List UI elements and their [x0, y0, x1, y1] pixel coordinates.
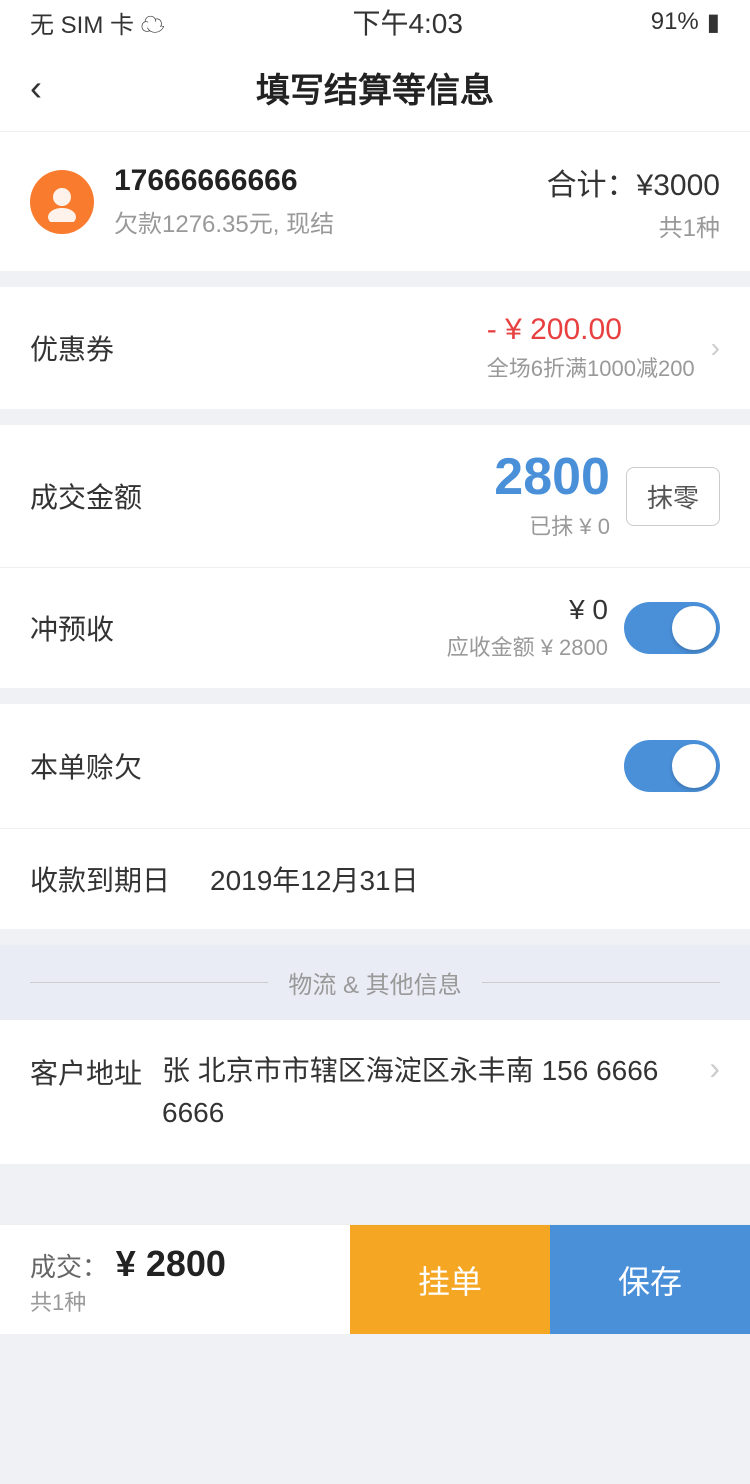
- bottom-count: 共1种: [30, 1285, 320, 1317]
- coupon-right: - ¥ 200.00 全场6折满1000减200 ›: [487, 313, 720, 383]
- logistics-text: 物流 & 其他信息: [288, 965, 461, 1000]
- logistics-header: 物流 & 其他信息: [0, 945, 750, 1020]
- nav-bar: ‹ 填写结算等信息: [0, 44, 750, 132]
- coupon-desc: 全场6折满1000减200: [487, 351, 695, 383]
- due-date-value: 2019年12月31日: [210, 859, 419, 899]
- logistics-line-right: [482, 982, 720, 983]
- bottom-amount: ¥ 2800: [116, 1243, 226, 1284]
- transaction-amount: 2800: [494, 451, 610, 503]
- customer-info: 17666666666 欠款1276.35元, 现结: [114, 164, 334, 239]
- address-value: 张 北京市市辖区海淀区永丰南 156 6666 6666: [162, 1050, 689, 1134]
- customer-card: 17666666666 欠款1276.35元, 现结 合计：¥3000 共1种: [0, 132, 750, 271]
- coupon-label: 优惠券: [30, 328, 114, 368]
- prepay-sub: 应收金额 ¥ 2800: [447, 630, 608, 662]
- battery-icon: ▮: [707, 8, 720, 37]
- prepay-toggle[interactable]: [624, 602, 720, 654]
- suspend-button[interactable]: 挂单: [350, 1225, 550, 1334]
- status-right: 91% ▮: [651, 8, 720, 37]
- due-date-row: 收款到期日 2019年12月31日: [0, 829, 750, 929]
- status-left: 无 SIM 卡 ☁: [30, 5, 165, 40]
- page-title: 填写结算等信息: [256, 63, 494, 112]
- prepay-row: 冲预收 ¥ 0 应收金额 ¥ 2800: [0, 568, 750, 688]
- transaction-section: 成交金额 2800 已抹 ¥ 0 抹零 冲预收 ¥ 0 应收金额 ¥ 2800: [0, 425, 750, 688]
- debit-section: 本单赊欠 收款到期日 2019年12月31日: [0, 704, 750, 929]
- debit-label: 本单赊欠: [30, 746, 142, 786]
- total-amount: 合计：¥3000: [547, 160, 720, 204]
- save-button[interactable]: 保存: [550, 1225, 750, 1334]
- customer-right: 合计：¥3000 共1种: [547, 160, 720, 243]
- bottom-bar: 成交： ¥ 2800 共1种 挂单 保存: [0, 1224, 750, 1334]
- back-button[interactable]: ‹: [30, 67, 42, 109]
- prepay-right: ¥ 0 应收金额 ¥ 2800: [447, 594, 720, 662]
- address-chevron-icon: ›: [709, 1050, 720, 1087]
- round-button[interactable]: 抹零: [626, 467, 720, 526]
- transaction-right: 2800 已抹 ¥ 0 抹零: [494, 451, 720, 541]
- transaction-sub: 已抹 ¥ 0: [494, 509, 610, 541]
- bottom-summary-label: 成交：: [30, 1252, 108, 1282]
- transaction-row: 成交金额 2800 已抹 ¥ 0 抹零: [0, 425, 750, 568]
- debit-row: 本单赊欠: [0, 704, 750, 829]
- customer-debt: 欠款1276.35元, 现结: [114, 204, 334, 239]
- coupon-row[interactable]: 优惠券 - ¥ 200.00 全场6折满1000减200 ›: [0, 287, 750, 409]
- no-sim-text: 无 SIM 卡 ☁: [30, 5, 165, 40]
- prepay-amount: ¥ 0: [447, 594, 608, 626]
- status-time: 下午4:03: [352, 2, 463, 42]
- debit-toggle[interactable]: [624, 740, 720, 792]
- prepay-label: 冲预收: [30, 608, 114, 648]
- customer-left: 17666666666 欠款1276.35元, 现结: [30, 164, 334, 239]
- address-label: 客户地址: [30, 1050, 142, 1092]
- total-count: 共1种: [547, 208, 720, 243]
- status-bar: 无 SIM 卡 ☁ 下午4:03 91% ▮: [0, 0, 750, 44]
- prepay-amount-group: ¥ 0 应收金额 ¥ 2800: [447, 594, 608, 662]
- coupon-value-group: - ¥ 200.00 全场6折满1000减200: [487, 313, 695, 383]
- chevron-right-icon: ›: [711, 332, 720, 364]
- logistics-line-left: [30, 982, 268, 983]
- coupon-value: - ¥ 200.00: [487, 313, 695, 347]
- avatar: [30, 170, 94, 234]
- transaction-label: 成交金额: [30, 476, 142, 516]
- bottom-label-row: 成交： ¥ 2800: [30, 1243, 320, 1285]
- amount-display: 2800 已抹 ¥ 0: [494, 451, 610, 541]
- due-date-label: 收款到期日: [30, 859, 170, 899]
- address-row[interactable]: 客户地址 张 北京市市辖区海淀区永丰南 156 6666 6666 ›: [0, 1020, 750, 1164]
- bottom-summary: 成交： ¥ 2800 共1种: [0, 1225, 350, 1334]
- coupon-section: 优惠券 - ¥ 200.00 全场6折满1000减200 ›: [0, 287, 750, 409]
- battery-text: 91%: [651, 8, 699, 36]
- customer-phone: 17666666666: [114, 164, 334, 198]
